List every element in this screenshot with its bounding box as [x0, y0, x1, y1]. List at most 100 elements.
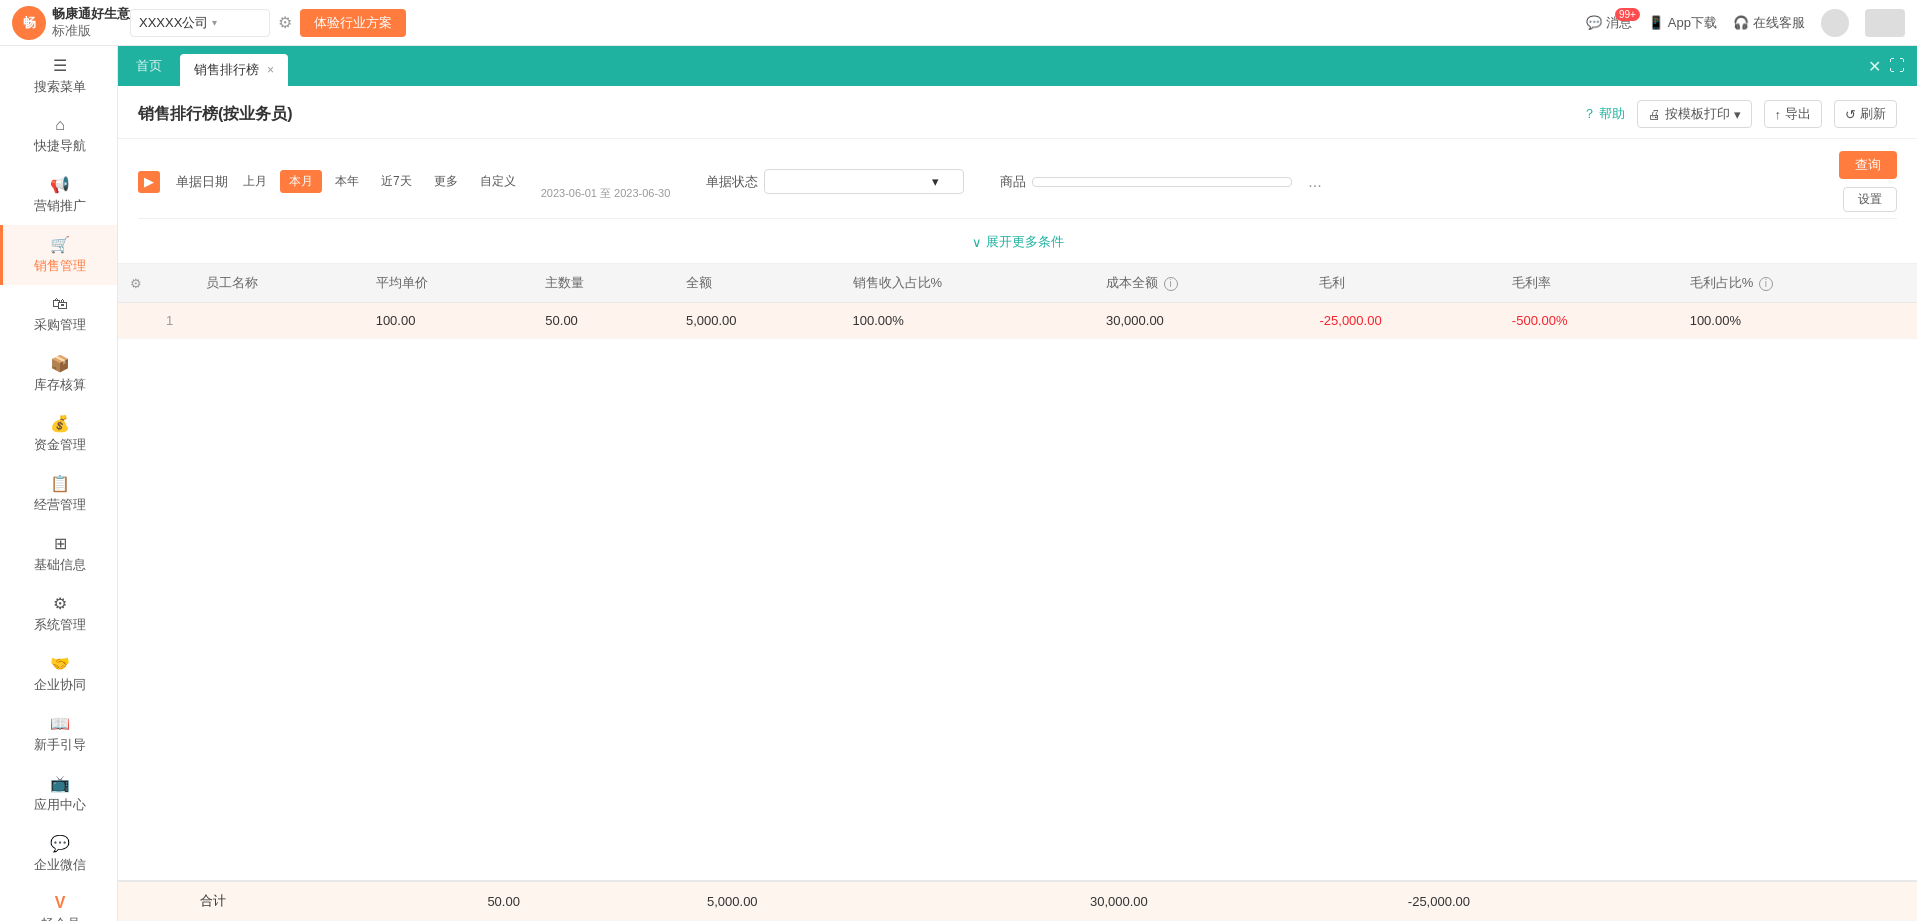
inventory-icon: 📦	[50, 354, 70, 373]
sidebar-item-search[interactable]: ☰ 搜索菜单	[0, 46, 117, 106]
tab-home[interactable]: 首页	[118, 46, 180, 86]
col-settings[interactable]: ⚙	[118, 264, 154, 303]
expand-filters-button[interactable]: ∨ 展开更多条件	[972, 233, 1064, 251]
status-select[interactable]: ▾	[764, 169, 964, 194]
sidebar-item-basics[interactable]: ⊞ 基础信息	[0, 524, 117, 584]
row-cost: 30,000.00	[1094, 303, 1307, 339]
footer-gross-rate	[1731, 882, 1824, 921]
select-arrow-icon: ▾	[932, 174, 939, 189]
filter-bar: ▶ 单据日期 上月 本月 本年 近7天 更多 自定义	[118, 139, 1917, 264]
footer-table: 合计 50.00 5,000.00 30,000.00 -25,000.00	[118, 881, 1917, 921]
filter-toggle-button[interactable]: ▶	[138, 171, 160, 193]
sidebar-item-inventory[interactable]: 📦 库存核算	[0, 344, 117, 404]
row-gross: -25,000.00	[1307, 303, 1499, 339]
row-gross-rate: -500.00%	[1500, 303, 1678, 339]
management-icon: 📋	[50, 474, 70, 493]
sidebar-item-label: 库存核算	[34, 376, 86, 394]
help-button[interactable]: ？ 帮助	[1583, 105, 1625, 123]
avatar[interactable]	[1821, 9, 1849, 37]
company-selector[interactable]: XXXXX公司 ▾	[130, 9, 270, 37]
wechat-icon: 💬	[50, 834, 70, 853]
status-filter: 单据状态 ▾	[706, 169, 964, 194]
row-settings	[118, 303, 154, 339]
date-btn-custom[interactable]: 自定义	[471, 170, 525, 193]
export-button[interactable]: ↑ 导出	[1764, 100, 1823, 128]
row-avg-price: 100.00	[364, 303, 534, 339]
user-info[interactable]	[1865, 9, 1905, 37]
sidebar-item-label: 畅会员	[41, 915, 80, 921]
tab-close-icon[interactable]: ×	[267, 63, 274, 77]
sidebar-item-label: 新手引导	[34, 736, 86, 754]
sidebar-item-label: 营销推广	[34, 197, 86, 215]
refresh-button[interactable]: ↺ 刷新	[1834, 100, 1897, 128]
query-button[interactable]: 查询	[1839, 151, 1897, 179]
tab-sales-ranking[interactable]: 销售排行榜 ×	[180, 54, 288, 86]
sidebar-item-label: 销售管理	[34, 257, 86, 275]
date-btn-this-month[interactable]: 本月	[280, 170, 322, 193]
export-icon: ↑	[1775, 107, 1782, 122]
online-service-button[interactable]: 🎧 在线客服	[1733, 14, 1805, 32]
date-btn-more[interactable]: 更多	[425, 170, 467, 193]
template-print-button[interactable]: 🖨 按模板打印 ▾	[1637, 100, 1752, 128]
sidebar-item-collab[interactable]: 🤝 企业协同	[0, 644, 117, 704]
page-actions: ？ 帮助 🖨 按模板打印 ▾ ↑ 导出 ↺ 刷新	[1583, 100, 1898, 128]
page-header: 销售排行榜(按业务员) ？ 帮助 🖨 按模板打印 ▾ ↑ 导出	[118, 86, 1917, 139]
refresh-icon: ↺	[1845, 107, 1856, 122]
col-employee: 员工名称	[194, 264, 364, 303]
gross-pct-info-icon[interactable]: i	[1759, 277, 1773, 291]
close-window-icon[interactable]: ✕	[1868, 57, 1881, 76]
trial-button[interactable]: 体验行业方案	[300, 9, 406, 37]
fullscreen-icon[interactable]: ⛶	[1889, 57, 1905, 75]
sidebar-item-newbie[interactable]: 📖 新手引导	[0, 704, 117, 764]
sidebar-item-apps[interactable]: 📺 应用中心	[0, 764, 117, 824]
sidebar-item-vip[interactable]: V 畅会员	[0, 884, 117, 921]
footer-gross: -25,000.00	[1396, 882, 1731, 921]
goods-filter-label: 商品	[1000, 173, 1026, 191]
vip-icon: V	[55, 894, 66, 912]
apps-icon: 📺	[50, 774, 70, 793]
sidebar-item-purchase[interactable]: 🛍 采购管理	[0, 285, 117, 344]
col-cost: 成本全额 i	[1094, 264, 1307, 303]
page-title: 销售排行榜(按业务员)	[138, 104, 293, 125]
settings-button[interactable]: 设置	[1843, 187, 1897, 212]
row-employee	[194, 303, 364, 339]
col-sales-pct: 销售收入占比%	[841, 264, 1095, 303]
table-footer: 合计 50.00 5,000.00 30,000.00 -25,000.00	[118, 880, 1917, 921]
date-btn-last-month[interactable]: 上月	[234, 170, 276, 193]
sidebar-item-management[interactable]: 📋 经营管理	[0, 464, 117, 524]
sidebar-item-wechat[interactable]: 💬 企业微信	[0, 824, 117, 884]
sidebar-item-finance[interactable]: 💰 资金管理	[0, 404, 117, 464]
sidebar: ☰ 搜索菜单 ⌂ 快捷导航 📢 营销推广 🛒 销售管理 🛍 采购管理 📦 库存核…	[0, 46, 118, 921]
filter-row-1: ▶ 单据日期 上月 本月 本年 近7天 更多 自定义	[138, 151, 1897, 212]
sidebar-item-marketing[interactable]: 📢 营销推广	[0, 165, 117, 225]
more-filters-icon[interactable]: ...	[1308, 173, 1321, 191]
page-content: 销售排行榜(按业务员) ？ 帮助 🖨 按模板打印 ▾ ↑ 导出	[118, 86, 1917, 921]
service-icon: 🎧	[1733, 15, 1749, 30]
footer-label: 合计	[188, 882, 382, 921]
footer-avg-price	[382, 882, 475, 921]
message-icon: 💬	[1586, 15, 1602, 30]
date-options: 上月 本月 本年 近7天 更多 自定义	[234, 170, 525, 193]
sidebar-item-sales[interactable]: 🛒 销售管理	[0, 225, 117, 285]
message-badge: 99+	[1615, 8, 1640, 21]
sidebar-item-shortcuts[interactable]: ⌂ 快捷导航	[0, 106, 117, 165]
sidebar-item-label: 系统管理	[34, 616, 86, 634]
table-settings-icon[interactable]: ⚙	[130, 276, 142, 291]
chevron-down-icon: ▾	[212, 17, 217, 28]
app-download-button[interactable]: 📱 App下载	[1648, 14, 1717, 32]
settings-icon[interactable]: ⚙	[278, 13, 292, 32]
sidebar-item-label: 资金管理	[34, 436, 86, 454]
row-amount: 5,000.00	[674, 303, 841, 339]
finance-icon: 💰	[50, 414, 70, 433]
status-filter-label: 单据状态	[706, 173, 758, 191]
message-button[interactable]: 💬 消息 99+	[1586, 14, 1632, 32]
date-btn-this-year[interactable]: 本年	[326, 170, 368, 193]
system-icon: ⚙	[53, 594, 67, 613]
sidebar-item-system[interactable]: ⚙ 系统管理	[0, 584, 117, 644]
date-btn-7days[interactable]: 近7天	[372, 170, 421, 193]
table-header-row: ⚙ 员工名称 平均单价 主数量 全额 销售收入占比% 成本全额 i	[118, 264, 1917, 303]
logo-icon: 畅	[12, 6, 46, 40]
date-filter-label: 单据日期	[176, 173, 228, 191]
goods-input[interactable]	[1032, 177, 1292, 187]
cost-info-icon[interactable]: i	[1164, 277, 1178, 291]
